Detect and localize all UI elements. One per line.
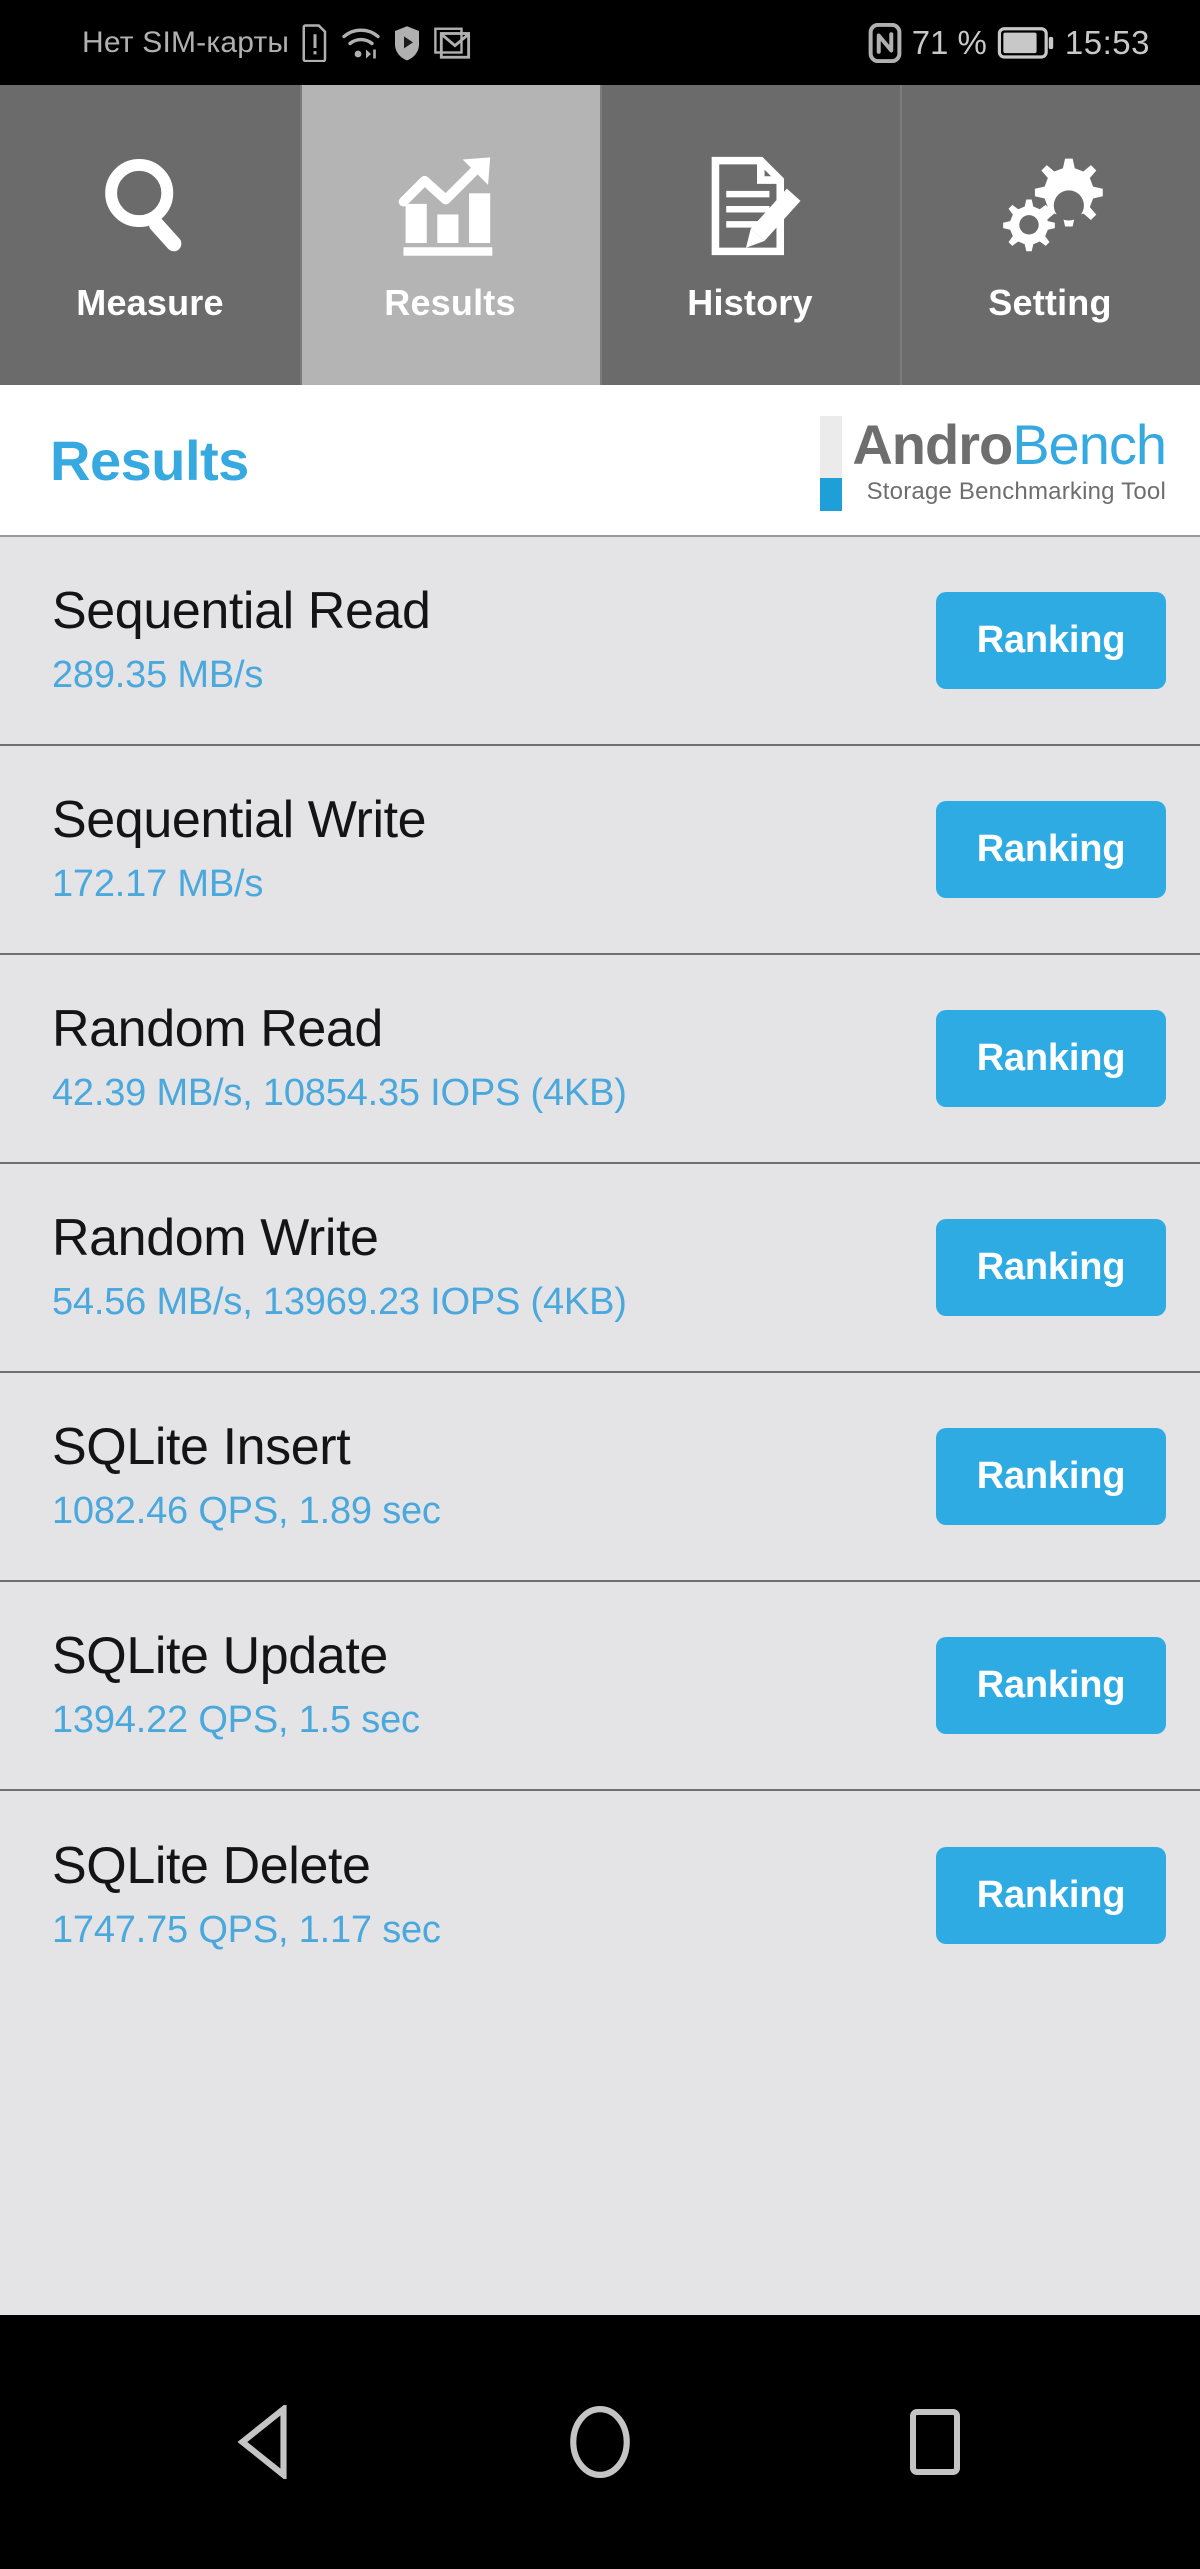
logo-accent-bar: [820, 415, 843, 511]
ranking-button[interactable]: Ranking: [936, 592, 1166, 689]
benchmark-value: 289.35 MB/s: [52, 653, 264, 696]
results-list[interactable]: Sequential Read 289.35 MB/s Ranking Sequ…: [0, 537, 1200, 2315]
sim-alert-icon: [300, 23, 330, 62]
logo-accent-bar-top: [820, 415, 843, 478]
row-text-group: SQLite Update 1394.22 QPS, 1.5 sec: [52, 1626, 420, 1746]
nfc-icon: [868, 22, 902, 63]
battery-percent-label: 71 %: [911, 23, 987, 61]
ranking-button[interactable]: Ranking: [936, 1219, 1166, 1316]
benchmark-value: 1747.75 QPS, 1.17 sec: [52, 1908, 441, 1951]
play-protect-icon: [392, 25, 422, 61]
status-bar-right: 71 % 15:53: [868, 22, 1178, 63]
back-triangle-icon[interactable]: [210, 2387, 320, 2497]
tab-label-setting: Setting: [988, 282, 1112, 323]
page-title: Results: [50, 428, 249, 492]
tab-history[interactable]: History: [600, 85, 900, 385]
system-navigation-bar: [0, 2315, 1200, 2569]
benchmark-name: Random Read: [52, 999, 383, 1058]
main-tab-bar: Measure Results History Setting: [0, 85, 1200, 385]
table-row[interactable]: Sequential Write 172.17 MB/s Ranking: [0, 746, 1200, 955]
benchmark-name: Sequential Write: [52, 790, 427, 849]
ranking-button[interactable]: Ranking: [936, 1847, 1166, 1944]
benchmark-name: SQLite Delete: [52, 1836, 371, 1895]
document-pencil-icon: [696, 146, 804, 266]
logo-word-andro: Andro: [852, 413, 1013, 476]
ranking-button[interactable]: Ranking: [936, 1637, 1166, 1734]
row-text-group: Random Read 42.39 MB/s, 10854.35 IOPS (4…: [52, 999, 627, 1119]
clock-label: 15:53: [1064, 23, 1150, 61]
recents-square-icon[interactable]: [880, 2387, 990, 2497]
magnifier-icon: [96, 146, 204, 266]
status-bar: Нет SIM-карты 71 % 15:53: [0, 0, 1200, 85]
tab-setting[interactable]: Setting: [900, 85, 1200, 385]
carrier-label: Нет SIM-карты: [82, 25, 290, 59]
list-empty-area: [0, 2000, 1200, 2315]
benchmark-name: Sequential Read: [52, 581, 431, 640]
logo-accent-bar-bottom: [820, 477, 843, 511]
page-header: Results AndroBench Storage Benchmarking …: [0, 385, 1200, 537]
tab-label-measure: Measure: [76, 282, 224, 323]
row-text-group: Sequential Read 289.35 MB/s: [52, 581, 431, 701]
logo-text: AndroBench Storage Benchmarking Tool: [852, 410, 1167, 511]
tab-measure[interactable]: Measure: [0, 85, 300, 385]
benchmark-value: 1082.46 QPS, 1.89 sec: [52, 1489, 441, 1532]
ranking-button[interactable]: Ranking: [936, 1010, 1166, 1107]
benchmark-name: SQLite Update: [52, 1626, 388, 1685]
home-circle-icon[interactable]: [545, 2387, 655, 2497]
table-row[interactable]: Sequential Read 289.35 MB/s Ranking: [0, 537, 1200, 746]
logo-wordmark: AndroBench: [852, 413, 1167, 476]
status-bar-left: Нет SIM-карты: [22, 23, 471, 62]
logo-word-bench: Bench: [1012, 413, 1167, 476]
row-text-group: Sequential Write 172.17 MB/s: [52, 790, 427, 910]
table-row[interactable]: SQLite Insert 1082.46 QPS, 1.89 sec Rank…: [0, 1373, 1200, 1582]
tab-label-results: Results: [384, 282, 516, 323]
battery-icon: [997, 26, 1055, 59]
androbench-logo: AndroBench Storage Benchmarking Tool: [820, 410, 1167, 511]
tab-label-history: History: [687, 282, 813, 323]
gears-icon: [994, 146, 1106, 266]
table-row[interactable]: SQLite Update 1394.22 QPS, 1.5 sec Ranki…: [0, 1582, 1200, 1791]
benchmark-value: 54.56 MB/s, 13969.23 IOPS (4KB): [52, 1280, 627, 1323]
table-row[interactable]: Random Read 42.39 MB/s, 10854.35 IOPS (4…: [0, 955, 1200, 1164]
row-text-group: SQLite Insert 1082.46 QPS, 1.89 sec: [52, 1417, 441, 1537]
benchmark-value: 1394.22 QPS, 1.5 sec: [52, 1698, 420, 1741]
tab-results[interactable]: Results: [300, 85, 600, 385]
bar-chart-arrow-icon: [395, 146, 505, 266]
benchmark-value: 42.39 MB/s, 10854.35 IOPS (4KB): [52, 1071, 627, 1114]
benchmark-name: SQLite Insert: [52, 1417, 351, 1476]
table-row[interactable]: SQLite Delete 1747.75 QPS, 1.17 sec Rank…: [0, 1791, 1200, 2000]
benchmark-name: Random Write: [52, 1208, 379, 1267]
table-row[interactable]: Random Write 54.56 MB/s, 13969.23 IOPS (…: [0, 1164, 1200, 1373]
ranking-button[interactable]: Ranking: [936, 1428, 1166, 1525]
gmail-icon: [433, 26, 471, 60]
row-text-group: Random Write 54.56 MB/s, 13969.23 IOPS (…: [52, 1208, 627, 1328]
row-text-group: SQLite Delete 1747.75 QPS, 1.17 sec: [52, 1836, 441, 1956]
logo-tagline: Storage Benchmarking Tool: [866, 478, 1166, 505]
ranking-button[interactable]: Ranking: [936, 801, 1166, 898]
wifi-icon: [341, 25, 381, 61]
benchmark-value: 172.17 MB/s: [52, 862, 264, 905]
